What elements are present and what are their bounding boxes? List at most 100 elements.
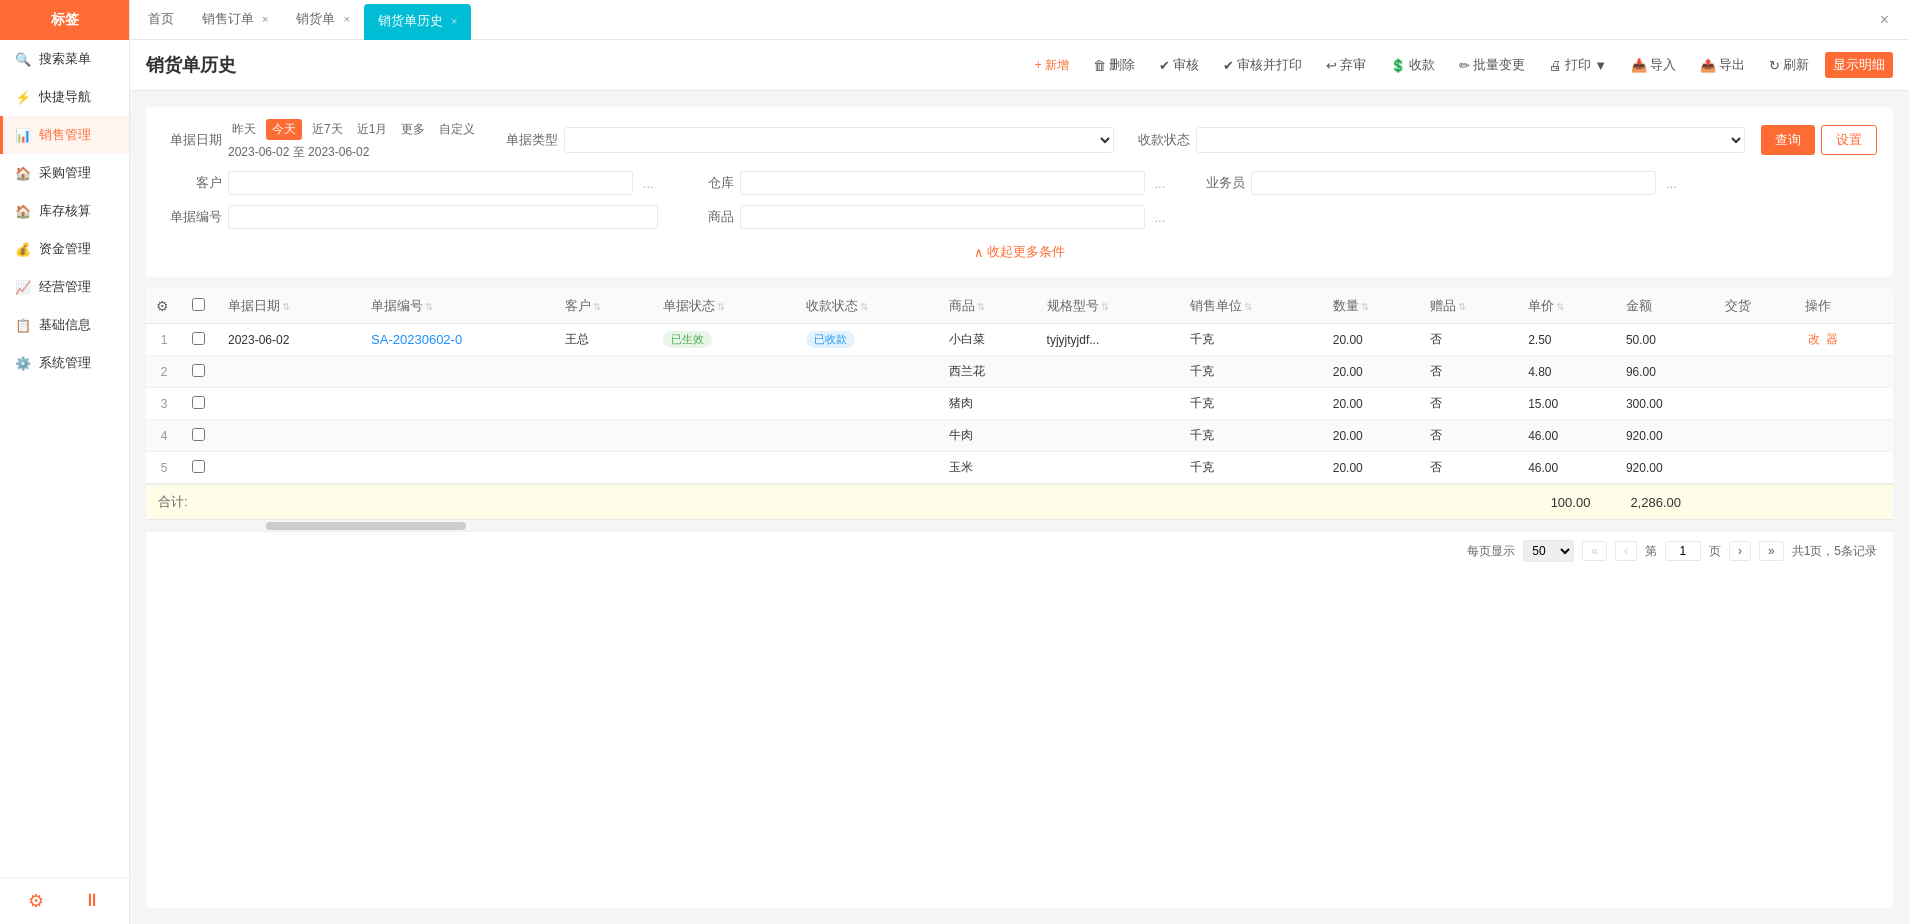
employee-dots[interactable]: ... (1662, 176, 1681, 191)
horizontal-scrollbar[interactable] (266, 522, 466, 530)
date-tab-more[interactable]: 更多 (397, 119, 429, 140)
th-price[interactable]: 单价⇅ (1518, 289, 1616, 324)
sidebar-item-purchase[interactable]: 🏠 采购管理 (0, 154, 129, 192)
last-page-button[interactable]: » (1759, 541, 1784, 561)
cell-checkbox-4[interactable] (182, 452, 218, 484)
sidebar-item-system[interactable]: ⚙️ 系统管理 (0, 344, 129, 382)
doc-no-input[interactable] (228, 205, 658, 229)
row-checkbox-3[interactable] (192, 428, 205, 441)
customer-dots[interactable]: ... (639, 176, 658, 191)
cell-collectstatus-0: 已收款 (796, 324, 939, 356)
prev-page-button[interactable]: ‹ (1615, 541, 1637, 561)
cell-orderno-3[interactable] (361, 420, 555, 452)
window-close-icon[interactable]: × (1872, 11, 1897, 29)
show-details-button[interactable]: 显示明细 (1825, 52, 1893, 78)
sidebar-item-basics[interactable]: 📋 基础信息 (0, 306, 129, 344)
th-date[interactable]: 单据日期⇅ (218, 289, 361, 324)
sidebar-item-finance[interactable]: 💰 资金管理 (0, 230, 129, 268)
collapse-button[interactable]: ∧ 收起更多条件 (970, 239, 1069, 265)
tab-sales-history-close[interactable]: × (451, 15, 457, 27)
sidebar-item-inventory[interactable]: 🏠 库存核算 (0, 192, 129, 230)
cell-orderno-4[interactable] (361, 452, 555, 484)
tab-home[interactable]: 首页 (134, 0, 188, 40)
date-tab-today[interactable]: 今天 (266, 119, 302, 140)
action-btn-0-0[interactable]: 改 (1805, 331, 1823, 348)
per-page-select[interactable]: 50 20 100 (1523, 540, 1574, 562)
th-settings[interactable]: ⚙ (146, 289, 182, 324)
employee-input[interactable] (1251, 171, 1656, 195)
th-goods[interactable]: 商品⇅ (939, 289, 1037, 324)
goods-input[interactable] (740, 205, 1145, 229)
print-button[interactable]: 🖨 打印 ▼ (1541, 52, 1615, 78)
sidebar-item-search[interactable]: 🔍 搜索菜单 (0, 40, 129, 78)
review-print-button[interactable]: ✔ 审核并打印 (1215, 52, 1310, 78)
sidebar-item-sales[interactable]: 📊 销售管理 (0, 116, 129, 154)
th-doc-status[interactable]: 单据状态⇅ (653, 289, 796, 324)
customer-input[interactable] (228, 171, 633, 195)
collect-status-select[interactable] (1196, 127, 1746, 153)
delete-button[interactable]: 🗑 删除 (1085, 52, 1143, 78)
th-checkbox[interactable] (182, 289, 218, 324)
cell-checkbox-3[interactable] (182, 420, 218, 452)
action-btn-0-1[interactable]: 器 (1823, 331, 1841, 348)
add-button[interactable]: + 新增 (1027, 53, 1077, 78)
abandon-button[interactable]: ↩ 弃审 (1318, 52, 1374, 78)
table-settings-icon[interactable]: ⚙ (156, 298, 169, 314)
th-unit[interactable]: 销售单位⇅ (1180, 289, 1323, 324)
warehouse-input[interactable] (740, 171, 1145, 195)
doc-type-select[interactable] (564, 127, 1114, 153)
tab-sales-order[interactable]: 销售订单 × (188, 0, 282, 40)
date-tab-1month[interactable]: 近1月 (353, 119, 392, 140)
table-row: 1 2023-06-02 SA-20230602-0 王总 已生效 已收款 小白… (146, 324, 1893, 356)
settings-button[interactable]: 设置 (1821, 125, 1877, 155)
page-number-input[interactable] (1665, 541, 1701, 561)
sidebar-pause-icon[interactable]: ⏸ (83, 890, 101, 912)
review-button[interactable]: ✔ 审核 (1151, 52, 1207, 78)
cell-num-0: 1 (146, 324, 182, 356)
sidebar-item-quicknav[interactable]: ⚡ 快捷导航 (0, 78, 129, 116)
first-page-button[interactable]: « (1582, 541, 1607, 561)
refresh-button[interactable]: ↻ 刷新 (1761, 52, 1817, 78)
th-delivery[interactable]: 交货 (1715, 289, 1795, 324)
cell-checkbox-2[interactable] (182, 388, 218, 420)
scrollbar-area[interactable] (146, 519, 1893, 531)
cell-orderno-2[interactable] (361, 388, 555, 420)
import-button[interactable]: 📥 导入 (1623, 52, 1684, 78)
cell-orderno-1[interactable] (361, 356, 555, 388)
tab-sales-goods-close[interactable]: × (343, 13, 349, 25)
batch-change-button[interactable]: ✏ 批量变更 (1451, 52, 1533, 78)
date-tab-yesterday[interactable]: 昨天 (228, 119, 260, 140)
date-tab-7days[interactable]: 近7天 (308, 119, 347, 140)
cell-orderno-0[interactable]: SA-20230602-0 (361, 324, 555, 356)
order-link-0[interactable]: SA-20230602-0 (371, 332, 462, 347)
th-customer[interactable]: 客户⇅ (555, 289, 653, 324)
cell-checkbox-0[interactable] (182, 324, 218, 356)
th-gift[interactable]: 赠品⇅ (1420, 289, 1518, 324)
warehouse-dots[interactable]: ... (1151, 176, 1170, 191)
th-spec[interactable]: 规格型号⇅ (1037, 289, 1180, 324)
row-checkbox-2[interactable] (192, 396, 205, 409)
tab-sales-goods[interactable]: 销货单 × (282, 0, 363, 40)
goods-dots[interactable]: ... (1151, 210, 1170, 225)
cell-checkbox-1[interactable] (182, 356, 218, 388)
cell-unit-3: 千克 (1180, 420, 1323, 452)
sidebar-settings-icon[interactable]: ⚙ (28, 890, 44, 912)
row-checkbox-1[interactable] (192, 364, 205, 377)
tab-sales-order-close[interactable]: × (262, 13, 268, 25)
sidebar-item-operations[interactable]: 📈 经营管理 (0, 268, 129, 306)
query-button[interactable]: 查询 (1761, 125, 1815, 155)
th-order-no[interactable]: 单据编号⇅ (361, 289, 555, 324)
th-amount[interactable]: 金额 (1616, 289, 1715, 324)
select-all-checkbox[interactable] (192, 298, 205, 311)
row-checkbox-4[interactable] (192, 460, 205, 473)
tab-sales-history[interactable]: 销货单历史 × (364, 4, 471, 40)
cell-unit-1: 千克 (1180, 356, 1323, 388)
date-tab-custom[interactable]: 自定义 (435, 119, 479, 140)
next-page-button[interactable]: › (1729, 541, 1751, 561)
row-checkbox-0[interactable] (192, 332, 205, 345)
cell-amount-0: 50.00 (1616, 324, 1715, 356)
th-qty[interactable]: 数量⇅ (1323, 289, 1421, 324)
th-collect-status[interactable]: 收款状态⇅ (796, 289, 939, 324)
export-button[interactable]: 📤 导出 (1692, 52, 1753, 78)
collect-button[interactable]: 💲 收款 (1382, 52, 1443, 78)
